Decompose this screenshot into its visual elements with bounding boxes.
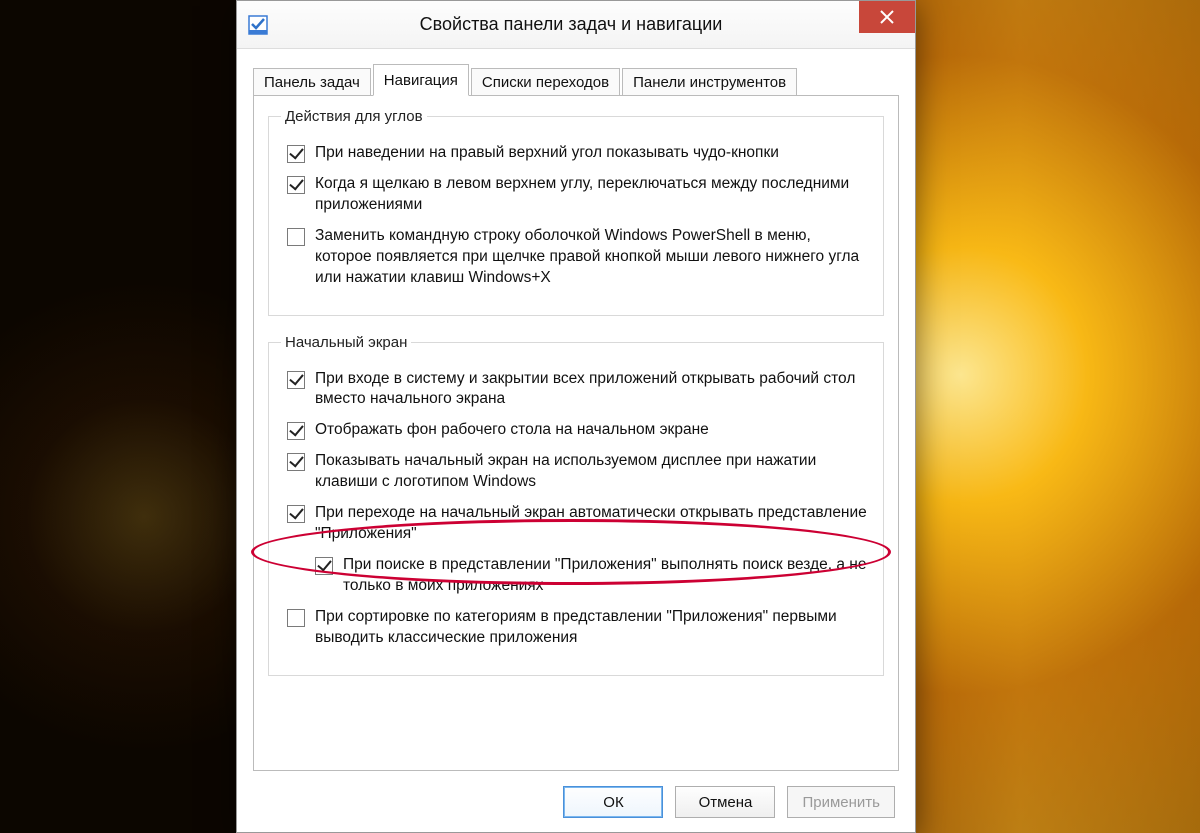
checkbox-icon[interactable] — [287, 453, 305, 471]
option-label: При сортировке по категориям в представл… — [315, 607, 871, 649]
checkbox-icon[interactable] — [287, 505, 305, 523]
checkbox-icon[interactable] — [287, 176, 305, 194]
option-desktop-on-login[interactable]: При входе в систему и закрытии всех прил… — [287, 369, 871, 411]
window-title: Свойства панели задач и навигации — [277, 14, 915, 35]
option-open-apps-view[interactable]: При переходе на начальный экран автомати… — [287, 503, 871, 545]
checkbox-icon[interactable] — [315, 557, 333, 575]
apply-button: Применить — [787, 786, 895, 818]
option-label: Показывать начальный экран на используем… — [315, 451, 871, 493]
option-sort-classic[interactable]: При сортировке по категориям в представл… — [287, 607, 871, 649]
tab-toolbars[interactable]: Панели инструментов — [622, 68, 797, 96]
checkbox-icon[interactable] — [287, 145, 305, 163]
titlebar[interactable]: Свойства панели задач и навигации — [237, 1, 915, 49]
option-label: При поиске в представлении "Приложения" … — [343, 555, 871, 597]
group-start-screen-legend: Начальный экран — [281, 334, 411, 351]
option-charms[interactable]: При наведении на правый верхний угол пок… — [287, 143, 871, 164]
option-label: При переходе на начальный экран автомати… — [315, 503, 871, 545]
option-switch-apps[interactable]: Когда я щелкаю в левом верхнем углу, пер… — [287, 174, 871, 216]
option-search-everywhere[interactable]: При поиске в представлении "Приложения" … — [315, 555, 871, 597]
option-label: Отображать фон рабочего стола на начальн… — [315, 420, 871, 441]
group-corner-actions-legend: Действия для углов — [281, 108, 427, 125]
tab-taskbar[interactable]: Панель задач — [253, 68, 371, 96]
option-show-desktop-bg[interactable]: Отображать фон рабочего стола на начальн… — [287, 420, 871, 441]
group-start-screen: Начальный экран При входе в систему и за… — [268, 334, 884, 676]
option-label: При входе в систему и закрытии всех прил… — [315, 369, 871, 411]
option-label: При наведении на правый верхний угол пок… — [315, 143, 871, 164]
checkbox-icon[interactable] — [287, 609, 305, 627]
checkbox-icon[interactable] — [287, 228, 305, 246]
tabpage-navigation: Действия для углов При наведении на прав… — [253, 95, 899, 771]
option-label: Заменить командную строку оболочкой Wind… — [315, 226, 871, 289]
close-button[interactable] — [859, 1, 915, 33]
ok-button[interactable]: ОК — [563, 786, 663, 818]
cancel-button[interactable]: Отмена — [675, 786, 775, 818]
group-corner-actions: Действия для углов При наведении на прав… — [268, 108, 884, 316]
checkbox-icon[interactable] — [287, 422, 305, 440]
client-area: Панель задач Навигация Списки переходов … — [237, 49, 915, 771]
option-label: Когда я щелкаю в левом верхнем углу, пер… — [315, 174, 871, 216]
tab-jumplists[interactable]: Списки переходов — [471, 68, 620, 96]
app-icon — [247, 14, 269, 36]
checkbox-icon[interactable] — [287, 371, 305, 389]
option-start-on-display[interactable]: Показывать начальный экран на используем… — [287, 451, 871, 493]
dialog-buttons: ОК Отмена Применить — [563, 786, 895, 818]
option-powershell[interactable]: Заменить командную строку оболочкой Wind… — [287, 226, 871, 289]
properties-dialog: Свойства панели задач и навигации Панель… — [236, 0, 916, 833]
tab-navigation[interactable]: Навигация — [373, 64, 469, 96]
tabstrip: Панель задач Навигация Списки переходов … — [253, 63, 899, 95]
